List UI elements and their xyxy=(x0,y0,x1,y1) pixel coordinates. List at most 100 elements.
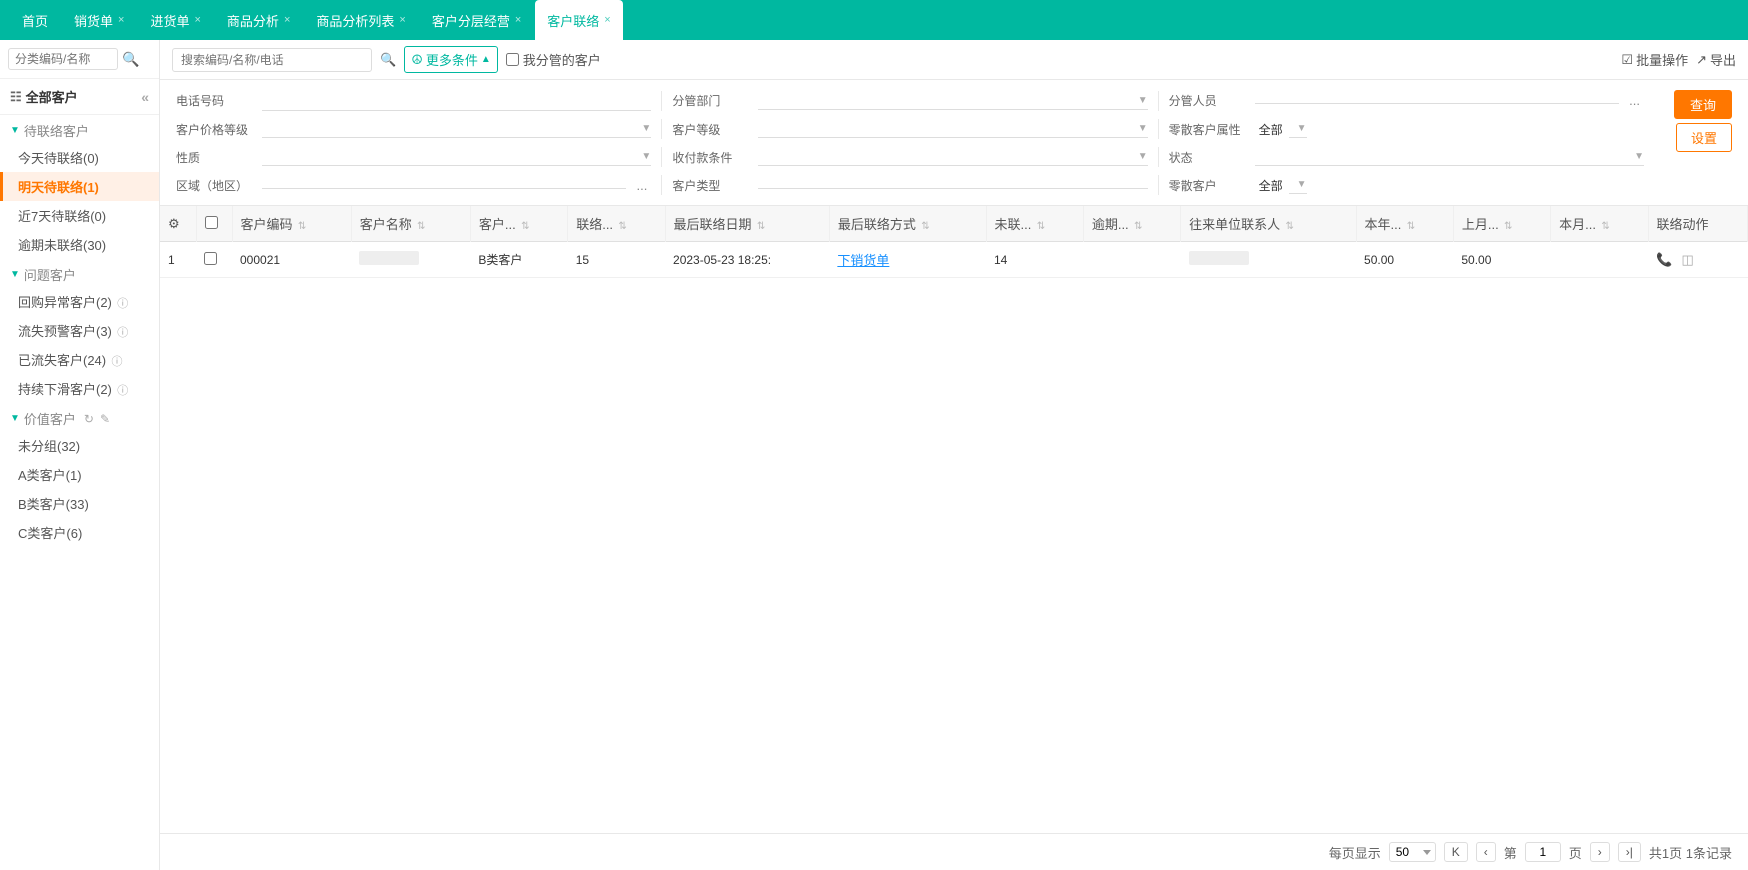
top-navigation: 首页 销货单 × 进货单 × 商品分析 × 商品分析列表 × 客户分层经营 × … xyxy=(0,0,1748,40)
my-customer-checkbox[interactable] xyxy=(506,53,519,66)
row-checkbox[interactable] xyxy=(204,252,217,265)
nature-select[interactable]: ▼ xyxy=(262,148,651,166)
region-select[interactable] xyxy=(262,182,626,189)
table-footer: 每页显示 50 100 200 K ‹ 第 页 › ›| 共1页 1条记录 xyxy=(160,833,1748,870)
filter-payment: 收付款条件 ▼ xyxy=(672,148,1147,166)
td-unlinked-days: 14 xyxy=(986,242,1083,278)
nav-home[interactable]: 首页 xyxy=(10,0,60,40)
filter-retail-attr: 零散客户属性 全部 ▼ xyxy=(1169,120,1644,138)
td-this-year: 50.00 xyxy=(1356,242,1453,278)
nav-customer-stratify[interactable]: 客户分层经营 × xyxy=(420,0,533,40)
th-checkbox xyxy=(196,206,232,242)
bulk-action-button[interactable]: ☑ 批量操作 xyxy=(1621,50,1688,69)
sort-icon-11: ⇅ xyxy=(1504,221,1512,232)
nav-product-analysis[interactable]: 商品分析 × xyxy=(215,0,302,40)
triangle-icon-3: ▼ xyxy=(10,413,20,424)
last-page-button[interactable]: ›| xyxy=(1618,842,1641,862)
region-ellipsis[interactable]: ... xyxy=(632,178,651,193)
sidebar-item-7days[interactable]: 近7天待联络(0) xyxy=(0,201,159,230)
sort-icon-10: ⇅ xyxy=(1407,221,1415,232)
search-input[interactable] xyxy=(172,48,372,72)
td-overdue xyxy=(1083,242,1180,278)
nav-close-product[interactable]: × xyxy=(284,14,290,26)
chevron-down-icon-3: ▼ xyxy=(1138,123,1148,134)
settings-button[interactable]: 设置 xyxy=(1676,123,1732,152)
filter-row-4: 区域（地区） ... 客户类型 零散客户 xyxy=(176,175,1644,195)
filter-actions: ☑ 批量操作 ↗ 导出 xyxy=(1621,50,1736,69)
dept-select[interactable]: ▼ xyxy=(758,92,1147,110)
th-actions: 联络动作 xyxy=(1648,206,1748,242)
nav-close-stratify[interactable]: × xyxy=(515,14,521,26)
nav-close-product-list[interactable]: × xyxy=(399,14,405,26)
sidebar-item-class-a[interactable]: A类客户(1) xyxy=(0,460,159,489)
status-select[interactable]: ▼ xyxy=(1255,148,1644,166)
sort-icon-2: ⇅ xyxy=(417,221,425,232)
page-size-select[interactable]: 50 100 200 xyxy=(1389,842,1436,862)
sidebar-item-class-b[interactable]: B类客户(33) xyxy=(0,489,159,518)
sidebar-item-class-c[interactable]: C类客户(6) xyxy=(0,518,159,547)
customer-type-select[interactable] xyxy=(758,182,1147,189)
collapse-icon[interactable]: « xyxy=(141,89,149,105)
first-page-button[interactable]: K xyxy=(1444,842,1468,862)
sidebar-item-churn-warning[interactable]: 流失预警客户(3) ⓘ xyxy=(0,316,159,345)
th-this-month: 本月... ⇅ xyxy=(1551,206,1648,242)
chevron-down-icon-7: ▼ xyxy=(1634,151,1644,162)
data-table-wrapper: ⚙ 客户编码 ⇅ 客户名称 ⇅ xyxy=(160,206,1748,833)
qr-action-icon[interactable]: ◫ xyxy=(1682,252,1694,267)
supervisor-ellipsis[interactable]: ... xyxy=(1625,93,1644,108)
my-customer-checkbox-area[interactable]: 我分管的客户 xyxy=(506,50,601,69)
price-level-select[interactable]: ▼ xyxy=(262,120,651,138)
nav-close-contact[interactable]: × xyxy=(604,14,610,26)
supervisor-select[interactable] xyxy=(1255,97,1619,104)
th-last-contact-method: 最后联络方式 ⇅ xyxy=(829,206,986,242)
sidebar-search-icon[interactable]: 🔍 xyxy=(122,51,139,68)
sidebar-item-today[interactable]: 今天待联络(0) xyxy=(0,143,159,172)
page-label: 第 xyxy=(1504,843,1517,862)
sort-icon-12: ⇅ xyxy=(1601,221,1609,232)
nav-product-analysis-list[interactable]: 商品分析列表 × xyxy=(304,0,417,40)
sidebar-item-declining[interactable]: 持续下滑客户(2) ⓘ xyxy=(0,374,159,403)
th-customer-type: 客户... ⇅ xyxy=(470,206,567,242)
filter-customer-level: 客户等级 ▼ xyxy=(672,120,1147,138)
nav-close-sales[interactable]: × xyxy=(118,14,124,26)
export-button[interactable]: ↗ 导出 xyxy=(1696,50,1736,69)
more-conditions-button[interactable]: ☮ 更多条件 ▲ xyxy=(404,46,498,73)
sidebar-item-overdue[interactable]: 逾期未联络(30) xyxy=(0,230,159,259)
sort-icon-8: ⇅ xyxy=(1134,221,1142,232)
retail-customer-select[interactable]: ▼ xyxy=(1289,176,1307,194)
nav-purchase-order[interactable]: 进货单 × xyxy=(138,0,212,40)
search-icon[interactable]: 🔍 xyxy=(380,52,396,68)
triangle-icon-2: ▼ xyxy=(10,269,20,280)
sort-icon-5: ⇅ xyxy=(757,221,765,232)
filter-row-3: 性质 ▼ 收付款条件 ▼ xyxy=(176,147,1644,167)
next-page-button[interactable]: › xyxy=(1590,842,1610,862)
settings-icon[interactable]: ⚙ xyxy=(168,216,180,231)
nav-close-purchase[interactable]: × xyxy=(194,14,200,26)
filter-retail-customer: 零散客户 全部 ▼ xyxy=(1169,176,1644,194)
td-contact-count: 15 xyxy=(568,242,665,278)
sidebar-item-tomorrow[interactable]: 明天待联络(1) xyxy=(0,172,159,201)
retail-attr-select[interactable]: ▼ xyxy=(1289,120,1307,138)
payment-select[interactable]: ▼ xyxy=(758,148,1147,166)
last-contact-link[interactable]: 下销货单 xyxy=(837,253,889,268)
phone-input[interactable] xyxy=(262,90,651,111)
nav-sales-order[interactable]: 销货单 × xyxy=(62,0,136,40)
sidebar-item-ungrouped[interactable]: 未分组(32) xyxy=(0,431,159,460)
customer-level-select[interactable]: ▼ xyxy=(758,120,1147,138)
sidebar-item-churned[interactable]: 已流失客户(24) ⓘ xyxy=(0,345,159,374)
grid-icon: ☷ xyxy=(10,89,22,105)
advanced-filter-panel: 电话号码 分管部门 ▼ 分管人员 xyxy=(160,80,1748,206)
sidebar-all-customers[interactable]: ☷ 全部客户 « xyxy=(0,79,159,115)
sort-icon: ⇅ xyxy=(298,221,306,232)
th-overdue: 逾期... ⇅ xyxy=(1083,206,1180,242)
sidebar-section-pending: ▼ 待联络客户 xyxy=(0,115,159,143)
sidebar-item-repurchase-abnormal[interactable]: 回购异常客户(2) ⓘ xyxy=(0,287,159,316)
nav-customer-contact[interactable]: 客户联络 × xyxy=(535,0,622,40)
query-button[interactable]: 查询 xyxy=(1674,90,1732,119)
select-all-checkbox[interactable] xyxy=(205,216,218,229)
sidebar-search-input[interactable] xyxy=(8,48,118,70)
page-number-input[interactable] xyxy=(1525,842,1561,862)
phone-action-icon[interactable]: 📞 xyxy=(1656,252,1672,267)
prev-page-button[interactable]: ‹ xyxy=(1476,842,1496,862)
td-customer-type: B类客户 xyxy=(470,242,567,278)
